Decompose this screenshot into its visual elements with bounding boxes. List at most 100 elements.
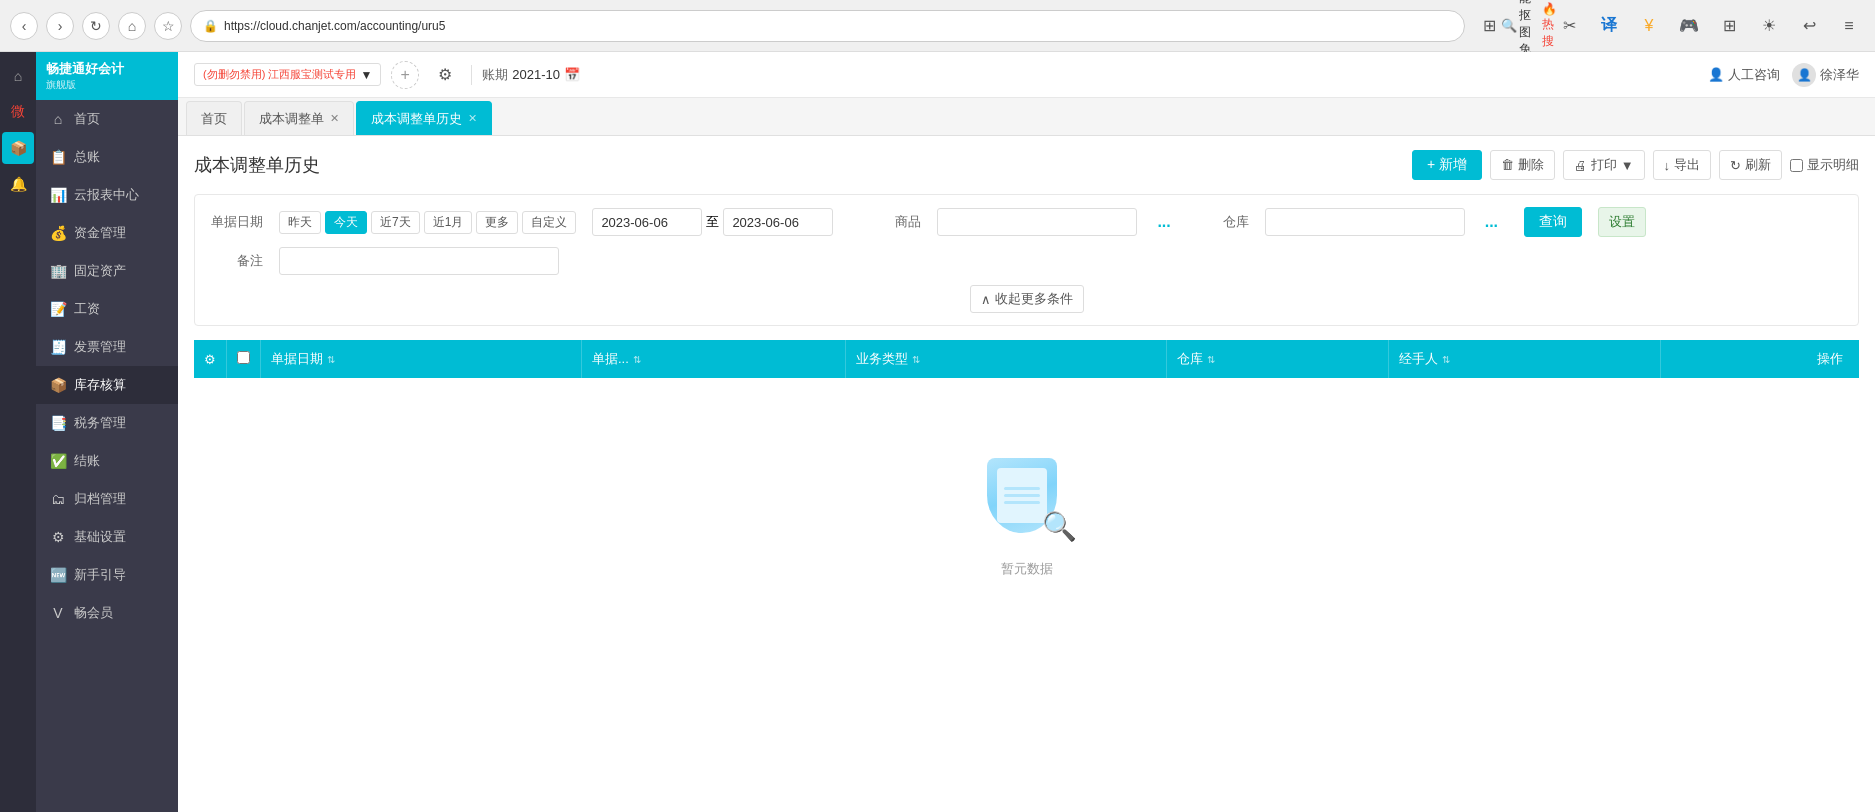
print-label: 打印 [1591, 156, 1617, 174]
forward-button[interactable]: › [46, 12, 74, 40]
collapse-btn[interactable]: ∧ 收起更多条件 [970, 285, 1084, 313]
export-icon: ↓ [1664, 158, 1671, 173]
sort-number-icon: ⇅ [633, 354, 641, 365]
date-to-input[interactable] [723, 208, 833, 236]
custom-btn[interactable]: 自定义 [522, 211, 576, 234]
delete-btn[interactable]: 🗑 删除 [1490, 150, 1555, 180]
one-month-btn[interactable]: 近1月 [424, 211, 473, 234]
icon-sidebar-home[interactable]: ⌂ [2, 60, 34, 92]
goods-label: 商品 [869, 213, 921, 231]
sidebar-item-general-ledger[interactable]: 📋总账 [36, 138, 178, 176]
display-toggle[interactable]: 显示明细 [1790, 156, 1859, 174]
sidebar-item-payroll[interactable]: 📝工资 [36, 290, 178, 328]
tab-close-cost-adjust-history[interactable]: ✕ [468, 112, 477, 125]
refresh-btn[interactable]: ↻ 刷新 [1719, 150, 1782, 180]
select-all-checkbox[interactable] [237, 351, 250, 364]
menu-icon[interactable]: ≡ [1833, 10, 1865, 42]
sidebar-item-inventory[interactable]: 📦库存核算 [36, 366, 178, 404]
apps-icon[interactable]: ⊞ [1713, 10, 1745, 42]
sidebar-item-fund-mgmt[interactable]: 💰资金管理 [36, 214, 178, 252]
url-bar[interactable]: 🔒 https://cloud.chanjet.com/accounting/u… [190, 10, 1465, 42]
icon-sidebar-inventory[interactable]: 📦 [2, 132, 34, 164]
calendar-icon[interactable]: 📅 [564, 67, 580, 82]
extensions-button[interactable]: ⊞ [1473, 10, 1505, 42]
export-label: 导出 [1674, 156, 1700, 174]
today-btn[interactable]: 今天 [325, 211, 367, 234]
main-area: (勿删勿禁用) 江西服宝测试专用 ▼ + ⚙ 账期 2021-10 📅 👤 人工… [178, 52, 1875, 812]
sidebar-item-report-center[interactable]: 📊云报表中心 [36, 176, 178, 214]
star-button[interactable]: ☆ [154, 12, 182, 40]
sidebar-icon-membership: V [50, 605, 66, 621]
browser-right-icons: ⊞ 🔍 360智能抠图免费用 🔥热搜 ✂ 译 ¥ 🎮 ⊞ ☀ ↩ ≡ [1473, 10, 1865, 42]
seven-days-btn[interactable]: 近7天 [371, 211, 420, 234]
export-btn[interactable]: ↓ 导出 [1653, 150, 1712, 180]
undo-icon[interactable]: ↩ [1793, 10, 1825, 42]
user-avatar: 👤 [1792, 63, 1816, 87]
company-selector[interactable]: (勿删勿禁用) 江西服宝测试专用 ▼ [194, 63, 381, 86]
goods-more-icon[interactable]: ... [1157, 213, 1170, 231]
tab-home[interactable]: 首页 [186, 101, 242, 135]
sidebar-item-tax-mgmt[interactable]: 📑税务管理 [36, 404, 178, 442]
add-company-btn[interactable]: + [391, 61, 419, 89]
print-btn[interactable]: 🖨 打印 ▼ [1563, 150, 1645, 180]
user-menu[interactable]: 👤 徐泽华 [1792, 63, 1859, 87]
company-dropdown-icon: ▼ [360, 68, 372, 82]
help-btn[interactable]: 👤 人工咨询 [1708, 66, 1780, 84]
filter-area: 单据日期 昨天 今天 近7天 近1月 更多 自定义 至 [194, 194, 1859, 326]
sidebar-label-tax-mgmt: 税务管理 [74, 414, 126, 432]
wallet-icon[interactable]: ¥ [1633, 10, 1665, 42]
sidebar-item-basic-settings[interactable]: ⚙基础设置 [36, 518, 178, 556]
th-business-type[interactable]: 业务类型 ⇅ [845, 340, 1166, 378]
display-checkbox[interactable] [1790, 159, 1803, 172]
filter-row-note: 备注 [211, 247, 1842, 275]
sort-biz-icon: ⇅ [912, 354, 920, 365]
main-sidebar: 畅捷通好会计 旗舰版 ⌂首页📋总账📊云报表中心💰资金管理🏢固定资产📝工资🧾发票管… [36, 52, 178, 812]
th-handler-label: 经手人 [1399, 350, 1438, 368]
add-btn[interactable]: + 新增 [1412, 150, 1482, 180]
goods-input[interactable] [937, 208, 1137, 236]
th-settings[interactable]: ⚙ [194, 340, 227, 378]
date-from-input[interactable] [592, 208, 702, 236]
note-label: 备注 [211, 252, 263, 270]
th-number[interactable]: 单据... ⇅ [581, 340, 845, 378]
th-date-label: 单据日期 [271, 350, 323, 368]
sidebar-label-fixed-assets: 固定资产 [74, 262, 126, 280]
warehouse-input[interactable] [1265, 208, 1465, 236]
sidebar-item-membership[interactable]: V畅会员 [36, 594, 178, 632]
home-button[interactable]: ⌂ [118, 12, 146, 40]
sidebar-menu: ⌂首页📋总账📊云报表中心💰资金管理🏢固定资产📝工资🧾发票管理📦库存核算📑税务管理… [36, 100, 178, 812]
brightness-icon[interactable]: ☀ [1753, 10, 1785, 42]
back-button[interactable]: ‹ [10, 12, 38, 40]
sidebar-item-archive-mgmt[interactable]: 🗂归档管理 [36, 480, 178, 518]
tab-cost-adjust[interactable]: 成本调整单✕ [244, 101, 354, 135]
game-icon[interactable]: 🎮 [1673, 10, 1705, 42]
sidebar-item-closing[interactable]: ✅结账 [36, 442, 178, 480]
note-input[interactable] [279, 247, 559, 275]
sidebar-item-home[interactable]: ⌂首页 [36, 100, 178, 138]
icon-sidebar-notification[interactable]: 🔔 [2, 168, 34, 200]
translate-icon[interactable]: 译 [1593, 10, 1625, 42]
th-date[interactable]: 单据日期 ⇅ [261, 340, 582, 378]
sidebar-icon-inventory: 📦 [50, 377, 66, 393]
refresh-button[interactable]: ↻ [82, 12, 110, 40]
filter-settings-btn[interactable]: 设置 [1598, 207, 1646, 237]
more-btn[interactable]: 更多 [476, 211, 518, 234]
refresh-label: 刷新 [1745, 156, 1771, 174]
settings-gear-icon[interactable]: ⚙ [429, 59, 461, 91]
sidebar-item-fixed-assets[interactable]: 🏢固定资产 [36, 252, 178, 290]
th-warehouse[interactable]: 仓库 ⇅ [1166, 340, 1389, 378]
tab-cost-adjust-history[interactable]: 成本调整单历史✕ [356, 101, 492, 135]
tab-close-cost-adjust[interactable]: ✕ [330, 112, 339, 125]
cut-icon[interactable]: ✂ [1553, 10, 1585, 42]
sidebar-item-invoice-mgmt[interactable]: 🧾发票管理 [36, 328, 178, 366]
data-table: ⚙ 单据日期 ⇅ 单据... [194, 340, 1859, 658]
search-ext-button[interactable]: 🔍 360智能抠图免费用 🔥热搜 [1513, 10, 1545, 42]
warehouse-more-icon[interactable]: ... [1485, 213, 1498, 231]
search-btn[interactable]: 查询 [1524, 207, 1582, 237]
sidebar-item-new-guide[interactable]: 🆕新手引导 [36, 556, 178, 594]
sidebar-icon-payroll: 📝 [50, 301, 66, 317]
th-checkbox[interactable] [227, 340, 261, 378]
icon-sidebar-weibo[interactable]: 微 [2, 96, 34, 128]
yesterday-btn[interactable]: 昨天 [279, 211, 321, 234]
th-handler[interactable]: 经手人 ⇅ [1389, 340, 1661, 378]
